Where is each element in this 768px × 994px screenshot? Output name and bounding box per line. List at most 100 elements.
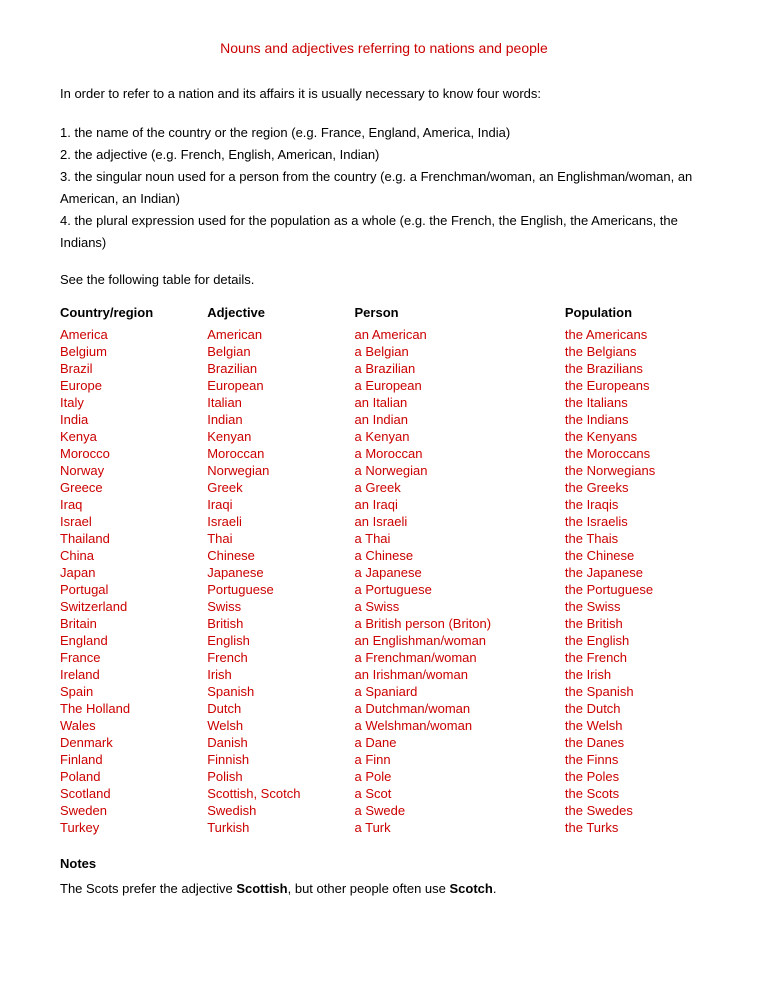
table-cell-person: a Swiss — [355, 598, 565, 615]
table-cell-country: Belgium — [60, 343, 207, 360]
table-cell-person: an Englishman/woman — [355, 632, 565, 649]
col-header-person: Person — [355, 303, 565, 326]
table-cell-adjective: Italian — [207, 394, 354, 411]
table-cell-country: France — [60, 649, 207, 666]
table-row: IndiaIndianan Indianthe Indians — [60, 411, 708, 428]
table-row: IsraelIsraelian Israelithe Israelis — [60, 513, 708, 530]
table-cell-population: the Italians — [565, 394, 708, 411]
table-cell-adjective: Indian — [207, 411, 354, 428]
table-cell-country: America — [60, 326, 207, 343]
table-cell-country: Scotland — [60, 785, 207, 802]
table-cell-population: the Spanish — [565, 683, 708, 700]
notes-text: The Scots prefer the adjective Scottish,… — [60, 879, 708, 899]
col-header-adjective: Adjective — [207, 303, 354, 326]
table-cell-person: a Spaniard — [355, 683, 565, 700]
table-cell-country: Turkey — [60, 819, 207, 836]
table-cell-population: the Europeans — [565, 377, 708, 394]
table-row: ChinaChinesea Chinesethe Chinese — [60, 547, 708, 564]
table-cell-person: a Pole — [355, 768, 565, 785]
table-cell-person: a Finn — [355, 751, 565, 768]
list-item: 1. the name of the country or the region… — [60, 122, 708, 144]
table-row: MoroccoMoroccana Moroccanthe Moroccans — [60, 445, 708, 462]
table-cell-adjective: Irish — [207, 666, 354, 683]
table-cell-country: Ireland — [60, 666, 207, 683]
table-cell-population: the Belgians — [565, 343, 708, 360]
table-cell-person: a Scot — [355, 785, 565, 802]
table-cell-person: a Brazilian — [355, 360, 565, 377]
table-cell-person: an American — [355, 326, 565, 343]
table-cell-adjective: Iraqi — [207, 496, 354, 513]
table-cell-adjective: Scottish, Scotch — [207, 785, 354, 802]
table-cell-person: an Irishman/woman — [355, 666, 565, 683]
list-item: 2. the adjective (e.g. French, English, … — [60, 144, 708, 166]
table-cell-country: Brazil — [60, 360, 207, 377]
notes-text-before: The Scots prefer the adjective — [60, 881, 236, 896]
table-row: DenmarkDanisha Danethe Danes — [60, 734, 708, 751]
table-cell-population: the Americans — [565, 326, 708, 343]
table-row: NorwayNorwegiana Norwegianthe Norwegians — [60, 462, 708, 479]
table-cell-person: a Moroccan — [355, 445, 565, 462]
table-cell-adjective: Swiss — [207, 598, 354, 615]
table-cell-person: a European — [355, 377, 565, 394]
table-cell-adjective: Portuguese — [207, 581, 354, 598]
table-cell-adjective: Greek — [207, 479, 354, 496]
table-cell-country: Iraq — [60, 496, 207, 513]
table-row: IraqIraqian Iraqithe Iraqis — [60, 496, 708, 513]
table-cell-person: a Kenyan — [355, 428, 565, 445]
table-cell-adjective: Brazilian — [207, 360, 354, 377]
table-cell-country: Greece — [60, 479, 207, 496]
table-cell-adjective: American — [207, 326, 354, 343]
table-cell-adjective: Finnish — [207, 751, 354, 768]
table-cell-population: the Scots — [565, 785, 708, 802]
table-cell-person: a Chinese — [355, 547, 565, 564]
table-row: IrelandIrishan Irishman/womanthe Irish — [60, 666, 708, 683]
table-cell-population: the French — [565, 649, 708, 666]
table-cell-population: the Norwegians — [565, 462, 708, 479]
col-header-country: Country/region — [60, 303, 207, 326]
table-cell-person: a Dane — [355, 734, 565, 751]
table-cell-person: a Swede — [355, 802, 565, 819]
table-row: BritainBritisha British person (Briton)t… — [60, 615, 708, 632]
table-cell-population: the Japanese — [565, 564, 708, 581]
table-cell-person: a Japanese — [355, 564, 565, 581]
table-row: WalesWelsha Welshman/womanthe Welsh — [60, 717, 708, 734]
table-cell-person: a Dutchman/woman — [355, 700, 565, 717]
table-cell-population: the Thais — [565, 530, 708, 547]
notes-bold-scotch: Scotch — [450, 881, 493, 896]
table-cell-population: the Iraqis — [565, 496, 708, 513]
table-cell-population: the Israelis — [565, 513, 708, 530]
table-row: ScotlandScottish, Scotcha Scotthe Scots — [60, 785, 708, 802]
table-cell-adjective: Danish — [207, 734, 354, 751]
table-cell-population: the Chinese — [565, 547, 708, 564]
table-cell-population: the Indians — [565, 411, 708, 428]
table-cell-country: Wales — [60, 717, 207, 734]
table-cell-adjective: Turkish — [207, 819, 354, 836]
table-cell-person: a Norwegian — [355, 462, 565, 479]
table-cell-adjective: Israeli — [207, 513, 354, 530]
table-cell-person: a Belgian — [355, 343, 565, 360]
table-cell-country: Poland — [60, 768, 207, 785]
table-row: The HollandDutcha Dutchman/womanthe Dutc… — [60, 700, 708, 717]
table-cell-person: an Indian — [355, 411, 565, 428]
table-cell-population: the Welsh — [565, 717, 708, 734]
table-cell-country: Italy — [60, 394, 207, 411]
numbered-list: 1. the name of the country or the region… — [60, 122, 708, 255]
table-cell-adjective: European — [207, 377, 354, 394]
table-cell-country: Britain — [60, 615, 207, 632]
notes-text-mid: , but other people often use — [288, 881, 450, 896]
table-cell-population: the Moroccans — [565, 445, 708, 462]
page-title: Nouns and adjectives referring to nation… — [60, 40, 708, 56]
table-cell-adjective: British — [207, 615, 354, 632]
table-cell-country: Finland — [60, 751, 207, 768]
table-cell-country: Denmark — [60, 734, 207, 751]
table-cell-person: a Turk — [355, 819, 565, 836]
table-cell-person: a Thai — [355, 530, 565, 547]
table-row: AmericaAmericanan Americanthe Americans — [60, 326, 708, 343]
table-cell-adjective: French — [207, 649, 354, 666]
table-cell-adjective: Polish — [207, 768, 354, 785]
table-row: FinlandFinnisha Finnthe Finns — [60, 751, 708, 768]
table-cell-population: the Turks — [565, 819, 708, 836]
table-cell-country: England — [60, 632, 207, 649]
table-cell-country: Kenya — [60, 428, 207, 445]
table-row: TurkeyTurkisha Turkthe Turks — [60, 819, 708, 836]
